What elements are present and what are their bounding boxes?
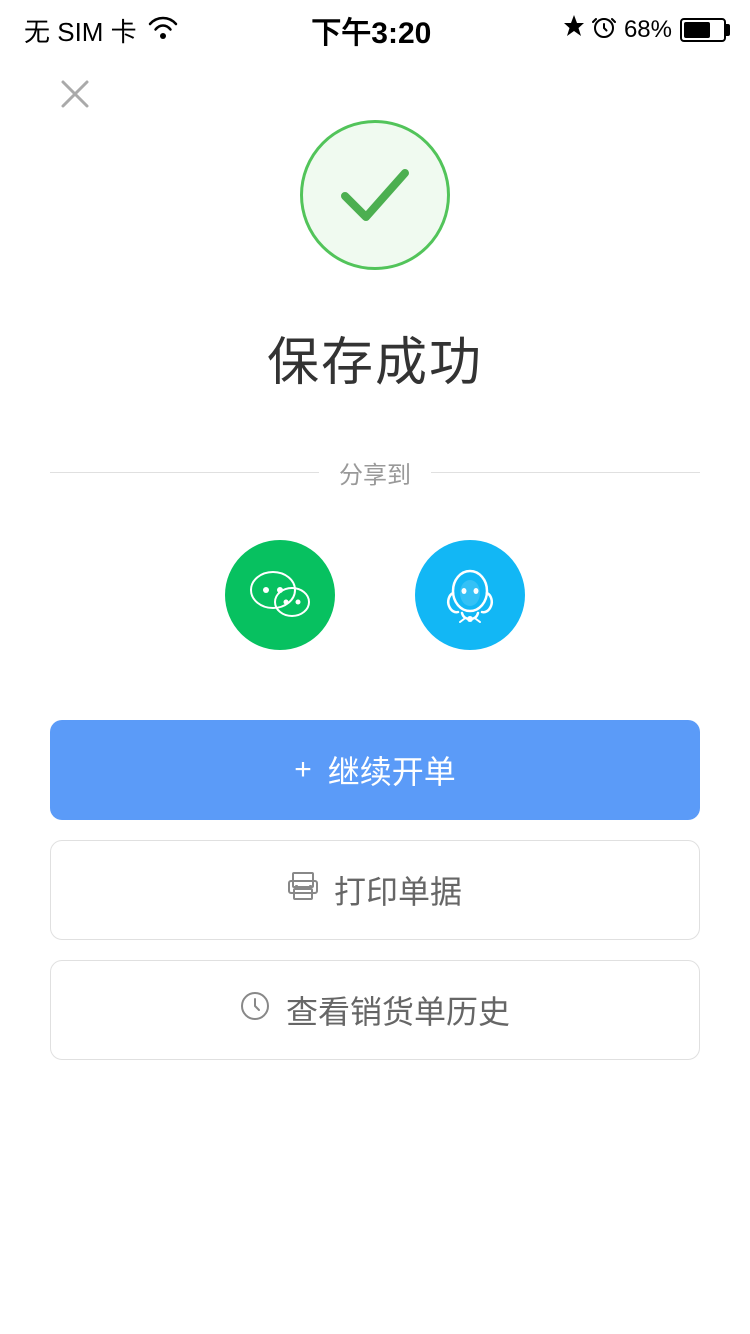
- checkmark-icon: [340, 168, 410, 223]
- battery-text: 68%: [624, 16, 672, 44]
- print-label: 打印单据: [334, 867, 462, 913]
- divider-line-right: [431, 472, 700, 473]
- qq-logo: [438, 563, 503, 628]
- close-button[interactable]: [50, 72, 100, 122]
- share-divider: 分享到: [0, 455, 750, 490]
- history-button[interactable]: 查看销货单历史: [50, 960, 700, 1060]
- battery-icon: [680, 18, 726, 42]
- wifi-icon: [147, 15, 179, 46]
- close-icon: [57, 76, 93, 118]
- action-buttons: + 继续开单 打印单据 查看销货单历史: [0, 720, 750, 1060]
- status-time: 下午3:20: [311, 8, 431, 52]
- alarm-icon: [592, 15, 616, 46]
- sim-status: 无 SIM 卡: [24, 12, 137, 49]
- plus-icon: +: [294, 753, 312, 787]
- divider-line-left: [50, 472, 319, 473]
- success-title: 保存成功: [267, 320, 483, 395]
- location-icon: [564, 15, 584, 46]
- success-circle: [300, 120, 450, 270]
- status-right: 68%: [564, 15, 726, 46]
- print-button[interactable]: 打印单据: [50, 840, 700, 940]
- main-content: 保存成功 分享到: [0, 60, 750, 1060]
- status-bar: 无 SIM 卡 下午3:20 68%: [0, 0, 750, 60]
- share-icons: [225, 540, 525, 650]
- continue-button[interactable]: + 继续开单: [50, 720, 700, 820]
- continue-label: 继续开单: [328, 747, 456, 793]
- print-icon: [288, 872, 318, 908]
- clock-icon: [240, 991, 270, 1029]
- history-label: 查看销货单历史: [286, 987, 510, 1033]
- wechat-share-button[interactable]: [225, 540, 335, 650]
- status-left: 无 SIM 卡: [24, 12, 179, 49]
- qq-share-button[interactable]: [415, 540, 525, 650]
- wechat-logo: [248, 568, 313, 623]
- share-label: 分享到: [339, 455, 411, 490]
